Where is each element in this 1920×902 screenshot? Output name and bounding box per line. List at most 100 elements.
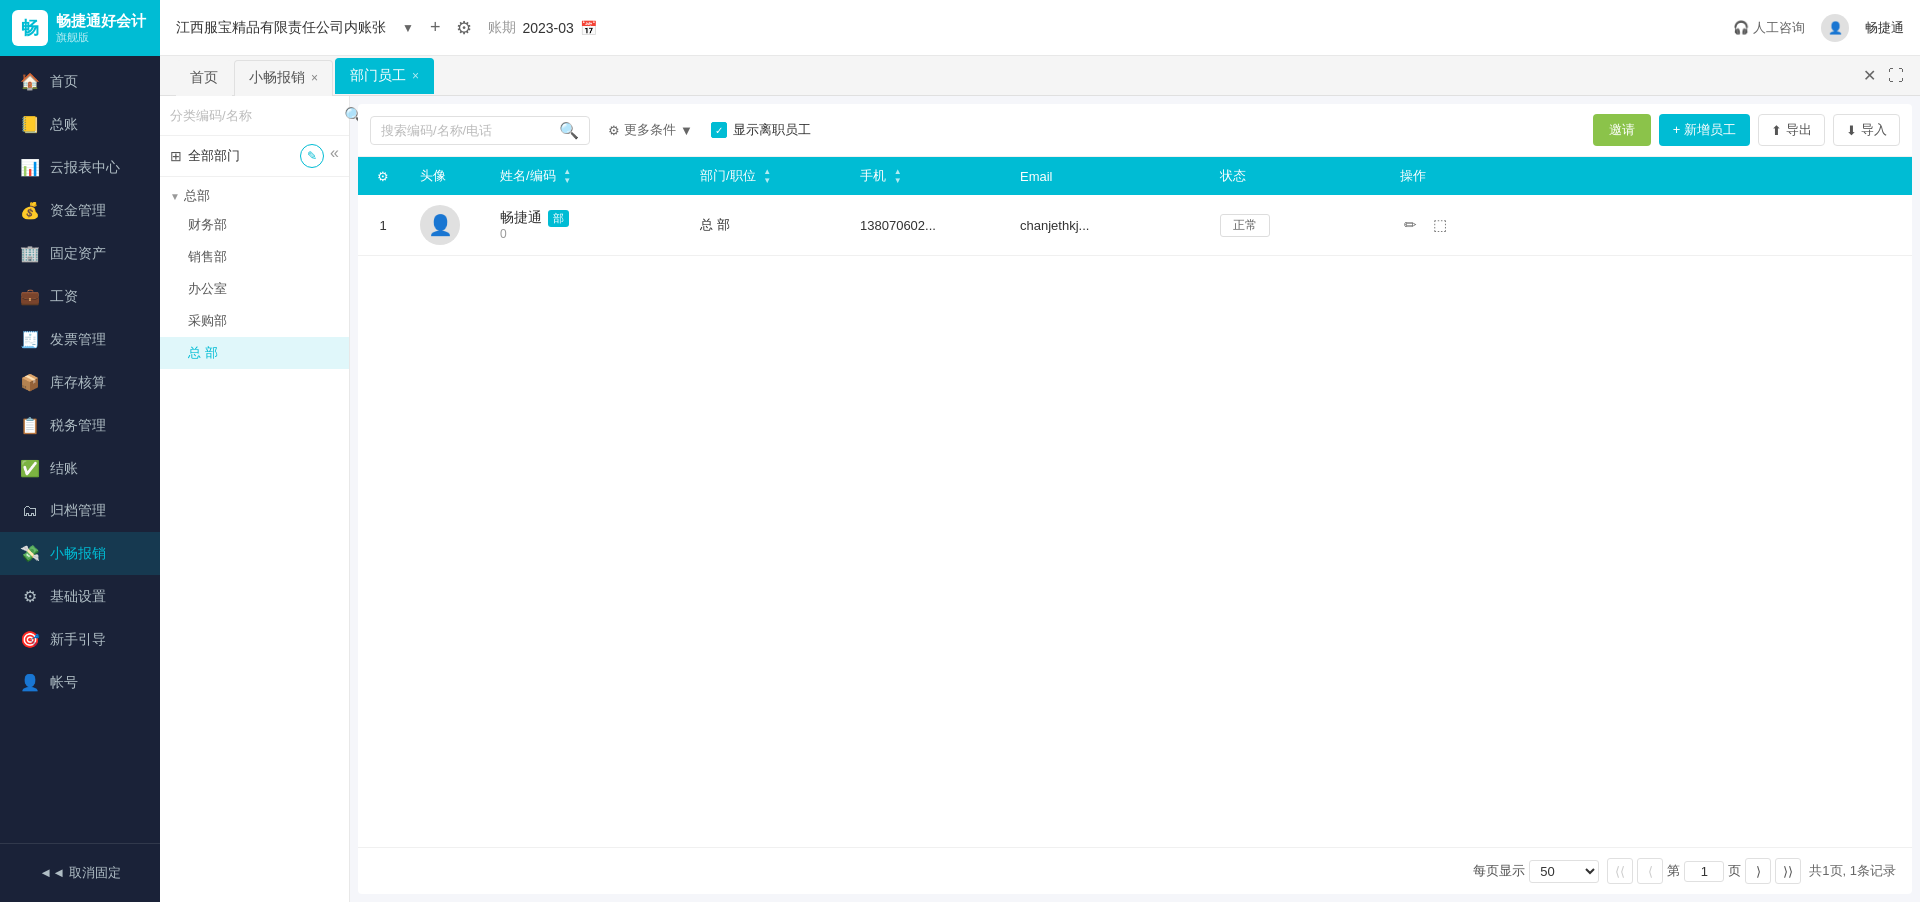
tab-close-all-button[interactable]: ✕ (1863, 66, 1876, 85)
sidebar-item-checkout[interactable]: ✅ 结账 (0, 447, 160, 490)
col-actions: 操作 (1388, 157, 1912, 195)
filter-chevron-icon: ▼ (680, 123, 693, 138)
sidebar-item-invoice[interactable]: 🧾 发票管理 (0, 318, 160, 361)
service-button[interactable]: 🎧 人工咨询 (1733, 19, 1805, 37)
employee-search-icon[interactable]: 🔍 (559, 121, 579, 140)
sidebar-item-home[interactable]: 🏠 首页 (0, 60, 160, 103)
per-page-select[interactable]: 10 20 50 100 (1529, 860, 1599, 883)
col-dept-position[interactable]: 部门/职位 ▲ ▼ (688, 157, 848, 195)
col-name-code[interactable]: 姓名/编码 ▲ ▼ (488, 157, 688, 195)
sidebar-item-salary[interactable]: 💼 工资 (0, 275, 160, 318)
import-button[interactable]: ⬇ 导入 (1833, 114, 1900, 146)
sidebar-item-account[interactable]: 👤 帐号 (0, 661, 160, 704)
username-label: 畅捷通 (1865, 19, 1904, 37)
tabs-bar: 首页 小畅报销 × 部门员工 × ✕ ⛶ (160, 56, 1920, 96)
company-name: 江西服宝精品有限责任公司内账张 (176, 19, 386, 37)
home-icon: 🏠 (20, 72, 40, 91)
topbar-settings-button[interactable]: ⚙ (456, 17, 472, 39)
sidebar-item-label: 帐号 (50, 674, 78, 692)
left-panel: 🔍 ⊞ 全部部门 ✎ « ▼ 总部 财务部 销售部 办公室 (160, 96, 350, 902)
sidebar-item-reports[interactable]: 📊 云报表中心 (0, 146, 160, 189)
employee-search-box: 🔍 (370, 116, 590, 145)
topbar-add-button[interactable]: + (430, 17, 441, 38)
company-dropdown-icon[interactable]: ▼ (402, 21, 414, 35)
sidebar-item-funds[interactable]: 💰 资金管理 (0, 189, 160, 232)
sidebar-item-guide[interactable]: 🎯 新手引导 (0, 618, 160, 661)
assets-icon: 🏢 (20, 244, 40, 263)
page-input-area: 第 页 (1667, 861, 1741, 882)
page-unit: 页 (1728, 862, 1741, 880)
tab-dept-emp-label: 部门员工 (350, 67, 406, 85)
table-header-row: ⚙ 头像 姓名/编码 ▲ ▼ 部门/职位 (358, 157, 1912, 195)
sidebar-item-archive[interactable]: 🗂 归档管理 (0, 490, 160, 532)
dept-group-zongbu[interactable]: ▼ 总部 (160, 181, 349, 209)
col-settings[interactable]: ⚙ (358, 157, 408, 195)
pagination-bar: 每页显示 10 20 50 100 ⟨⟨ ⟨ 第 页 (358, 847, 1912, 894)
sidebar-item-label: 云报表中心 (50, 159, 120, 177)
sidebar-item-xiaochang[interactable]: 💸 小畅报销 (0, 532, 160, 575)
first-page-button[interactable]: ⟨⟨ (1607, 858, 1633, 884)
filter-button[interactable]: ⚙ 更多条件 ▼ (600, 117, 701, 143)
dept-search-input[interactable] (170, 108, 338, 123)
show-resigned-toggle[interactable]: ✓ 显示离职员工 (711, 121, 811, 139)
employee-avatar: 👤 (420, 205, 460, 245)
sidebar-item-label: 税务管理 (50, 417, 106, 435)
dept-item-sales[interactable]: 销售部 (160, 241, 349, 273)
sidebar-item-label: 库存核算 (50, 374, 106, 392)
logo-text-area: 畅捷通好会计 旗舰版 (56, 12, 146, 45)
sidebar-item-label: 资金管理 (50, 202, 106, 220)
sidebar-item-label: 小畅报销 (50, 545, 106, 563)
tab-xiaochang-close[interactable]: × (311, 71, 318, 85)
sidebar-nav: 🏠 首页 📒 总账 📊 云报表中心 💰 资金管理 🏢 固定资产 💼 工资 🧾 发… (0, 56, 160, 843)
tab-dept-emp[interactable]: 部门员工 × (335, 58, 434, 94)
resigned-checkbox[interactable]: ✓ (711, 122, 727, 138)
employee-search-input[interactable] (381, 123, 553, 138)
dept-collapse-button[interactable]: « (330, 144, 339, 168)
tab-home[interactable]: 首页 (176, 60, 232, 96)
topbar-right: 🎧 人工咨询 👤 畅捷通 (1733, 14, 1904, 42)
invite-button[interactable]: 邀请 (1593, 114, 1651, 146)
next-page-button[interactable]: ⟩ (1745, 858, 1771, 884)
col-avatar: 头像 (408, 157, 488, 195)
prev-page-button[interactable]: ⟨ (1637, 858, 1663, 884)
per-page-label: 每页显示 (1473, 862, 1525, 880)
last-page-button[interactable]: ⟩⟩ (1775, 858, 1801, 884)
headset-icon: 🎧 (1733, 20, 1749, 35)
edit-employee-button[interactable]: ✏ (1400, 212, 1421, 238)
name-sort-arrows: ▲ ▼ (563, 168, 571, 185)
topbar: 江西服宝精品有限责任公司内账张 ▼ + ⚙ 账期 2023-03 📅 🎧 人工咨… (160, 0, 1920, 56)
dept-header: ⊞ 全部部门 ✎ « (160, 136, 349, 177)
calendar-icon[interactable]: 📅 (580, 20, 597, 36)
dept-sort-arrows: ▲ ▼ (763, 168, 771, 185)
dept-add-button[interactable]: ✎ (300, 144, 324, 168)
sidebar-item-settings[interactable]: ⚙ 基础设置 (0, 575, 160, 618)
export-button[interactable]: ⬆ 导出 (1758, 114, 1825, 146)
sidebar-item-ledger[interactable]: 📒 总账 (0, 103, 160, 146)
dept-item-general[interactable]: 总 部 (160, 337, 349, 369)
col-status: 状态 (1208, 157, 1388, 195)
sidebar-item-inventory[interactable]: 📦 库存核算 (0, 361, 160, 404)
logout-employee-button[interactable]: ⬚ (1429, 212, 1451, 238)
dept-item-office[interactable]: 办公室 (160, 273, 349, 305)
toolbar-right: 邀请 + 新增员工 ⬆ 导出 ⬇ 导入 (1593, 114, 1900, 146)
sidebar-item-assets[interactable]: 🏢 固定资产 (0, 232, 160, 275)
export-label: 导出 (1786, 121, 1812, 139)
tab-xiaochang[interactable]: 小畅报销 × (234, 60, 333, 96)
sidebar-item-tax[interactable]: 📋 税务管理 (0, 404, 160, 447)
cancel-fix-button[interactable]: ◄◄ 取消固定 (0, 854, 160, 892)
employee-name: 畅捷通 (500, 209, 542, 227)
add-employee-button[interactable]: + 新增员工 (1659, 114, 1750, 146)
topbar-period: 账期 2023-03 📅 (488, 19, 596, 37)
employee-toolbar: 🔍 ⚙ 更多条件 ▼ ✓ 显示离职员工 邀请 + 新增员工 ⬆ 导出 (358, 104, 1912, 157)
dept-item-finance[interactable]: 财务部 (160, 209, 349, 241)
tab-maximize-button[interactable]: ⛶ (1888, 66, 1904, 85)
sidebar-item-label: 归档管理 (50, 502, 106, 520)
page-number-input[interactable] (1684, 861, 1724, 882)
dept-item-purchase[interactable]: 采购部 (160, 305, 349, 337)
sidebar-item-label: 新手引导 (50, 631, 106, 649)
col-phone[interactable]: 手机 ▲ ▼ (848, 157, 1008, 195)
col-email: Email (1008, 157, 1208, 195)
dept-search-bar: 🔍 (160, 96, 349, 136)
account-icon: 👤 (20, 673, 40, 692)
tab-dept-emp-close[interactable]: × (412, 69, 419, 83)
